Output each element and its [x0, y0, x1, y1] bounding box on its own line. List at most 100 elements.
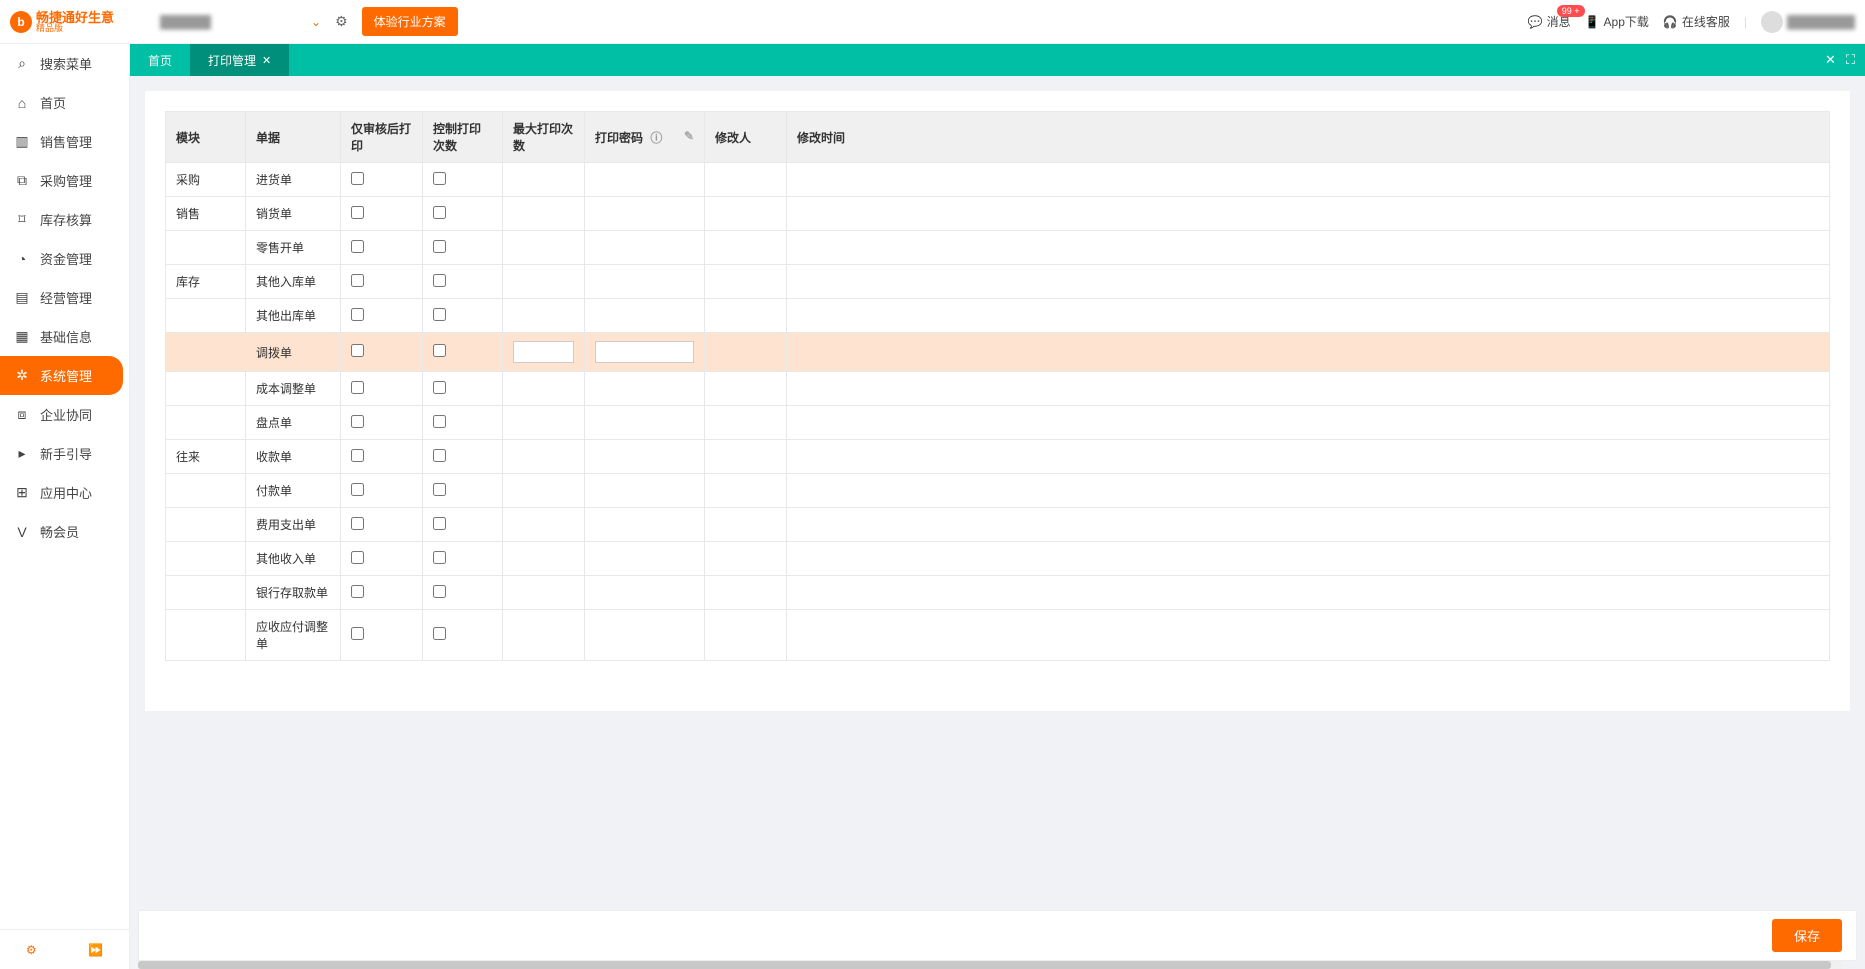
sidebar-item-7[interactable]: ▦ 基础信息 [0, 317, 129, 356]
online-service-button[interactable]: 🎧 在线客服 [1663, 13, 1730, 30]
audit-checkbox[interactable] [351, 551, 364, 564]
sidebar-item-10[interactable]: ▸新手引导 [0, 434, 129, 473]
audit-checkbox[interactable] [351, 415, 364, 428]
cell-doc: 调拨单 [246, 333, 341, 372]
control-checkbox[interactable] [433, 449, 446, 462]
audit-checkbox[interactable] [351, 381, 364, 394]
cell-audit [341, 610, 423, 661]
cell-max [503, 163, 585, 197]
sidebar-footer: ⚙ ⏩ [0, 929, 129, 969]
sidebar-item-2[interactable]: ▥销售管理 [0, 122, 129, 161]
audit-checkbox[interactable] [351, 585, 364, 598]
cell-audit [341, 265, 423, 299]
user-menu[interactable]: ████████ [1761, 11, 1855, 33]
cell-module [166, 372, 246, 406]
cell-module [166, 508, 246, 542]
menu-icon: ▦ [14, 328, 30, 345]
header-right: 💬 消息 99 + 📱 App下载 🎧 在线客服 | ████████ [1528, 11, 1855, 33]
main-area: 首页 打印管理 ✕ ✕ ⛶ 模块 [130, 44, 1865, 969]
cell-max [503, 333, 585, 372]
sidebar-item-3[interactable]: ⧉采购管理 [0, 161, 129, 200]
audit-checkbox[interactable] [351, 483, 364, 496]
sidebar-item-11[interactable]: ⊞应用中心 [0, 473, 129, 512]
table-row: 盘点单 [166, 406, 1830, 440]
close-all-icon[interactable]: ✕ [1825, 52, 1836, 68]
cell-max [503, 508, 585, 542]
messages-button[interactable]: 💬 消息 99 + [1528, 13, 1571, 30]
cell-control [423, 508, 503, 542]
tab-print-management[interactable]: 打印管理 ✕ [190, 44, 289, 76]
cell-modifier [705, 231, 787, 265]
gear-icon[interactable]: ⚙ [335, 13, 348, 30]
tab-home[interactable]: 首页 [130, 44, 190, 76]
menu-label: 搜索菜单 [40, 54, 92, 73]
control-checkbox[interactable] [433, 308, 446, 321]
sidebar-item-12[interactable]: V畅会员 [0, 512, 129, 551]
cell-control [423, 542, 503, 576]
scrollbar-thumb[interactable] [138, 961, 1831, 969]
cell-modifier [705, 576, 787, 610]
audit-checkbox[interactable] [351, 627, 364, 640]
cell-time [787, 333, 1830, 372]
cell-time [787, 542, 1830, 576]
control-checkbox[interactable] [433, 551, 446, 564]
audit-checkbox[interactable] [351, 308, 364, 321]
control-checkbox[interactable] [433, 585, 446, 598]
sidebar-item-8[interactable]: ✲系统管理 [0, 356, 123, 395]
horizontal-scrollbar[interactable] [138, 961, 1843, 969]
audit-checkbox[interactable] [351, 240, 364, 253]
sidebar-item-1[interactable]: ⌂首页 [0, 83, 129, 122]
org-selector[interactable]: ██████ [160, 15, 211, 29]
control-checkbox[interactable] [433, 415, 446, 428]
settings-icon[interactable]: ⚙ [26, 943, 37, 957]
chevron-down-icon[interactable]: ⌄ [311, 15, 321, 29]
sidebar-item-6[interactable]: ▤经营管理 [0, 278, 129, 317]
menu-label: 库存核算 [40, 210, 92, 229]
password-input[interactable] [595, 341, 694, 363]
table-row: 调拨单 [166, 333, 1830, 372]
cell-modifier [705, 265, 787, 299]
table-header-row: 模块 单据 仅审核后打印 控制打印次数 最大打印次数 打印密码 ⓘ ✎ 修改人 [166, 112, 1830, 163]
help-icon[interactable]: ⓘ [650, 131, 662, 145]
control-checkbox[interactable] [433, 381, 446, 394]
cell-module [166, 576, 246, 610]
cell-max [503, 197, 585, 231]
sidebar-item-9[interactable]: ⧈企业协同 [0, 395, 129, 434]
collapse-icon[interactable]: ⏩ [88, 943, 103, 957]
control-checkbox[interactable] [433, 206, 446, 219]
sidebar-item-0[interactable]: ⌕搜索菜单 [0, 44, 129, 83]
cell-time [787, 265, 1830, 299]
close-icon[interactable]: ✕ [262, 54, 271, 67]
cell-control [423, 231, 503, 265]
control-checkbox[interactable] [433, 344, 446, 357]
audit-checkbox[interactable] [351, 274, 364, 287]
app-download-button[interactable]: 📱 App下载 [1585, 13, 1649, 30]
max-count-input[interactable] [513, 341, 574, 363]
messages-badge: 99 + [1557, 5, 1585, 17]
cell-control [423, 265, 503, 299]
cell-modifier [705, 197, 787, 231]
audit-checkbox[interactable] [351, 449, 364, 462]
audit-checkbox[interactable] [351, 517, 364, 530]
save-button[interactable]: 保存 [1772, 919, 1842, 952]
control-checkbox[interactable] [433, 483, 446, 496]
sidebar-item-5[interactable]: ◔资金管理 [0, 239, 129, 278]
control-checkbox[interactable] [433, 274, 446, 287]
audit-checkbox[interactable] [351, 206, 364, 219]
menu-label: 基础信息 [40, 327, 92, 346]
control-checkbox[interactable] [433, 517, 446, 530]
control-checkbox[interactable] [433, 240, 446, 253]
audit-checkbox[interactable] [351, 344, 364, 357]
cell-max [503, 372, 585, 406]
control-checkbox[interactable] [433, 172, 446, 185]
cell-password [585, 474, 705, 508]
industry-plan-button[interactable]: 体验行业方案 [362, 7, 458, 36]
fullscreen-icon[interactable]: ⛶ [1846, 52, 1855, 68]
audit-checkbox[interactable] [351, 172, 364, 185]
divider: | [1744, 15, 1747, 29]
cell-doc: 应收应付调整单 [246, 610, 341, 661]
control-checkbox[interactable] [433, 627, 446, 640]
menu-label: 应用中心 [40, 483, 92, 502]
sidebar-item-4[interactable]: ⌑库存核算 [0, 200, 129, 239]
edit-icon[interactable]: ✎ [684, 129, 694, 143]
